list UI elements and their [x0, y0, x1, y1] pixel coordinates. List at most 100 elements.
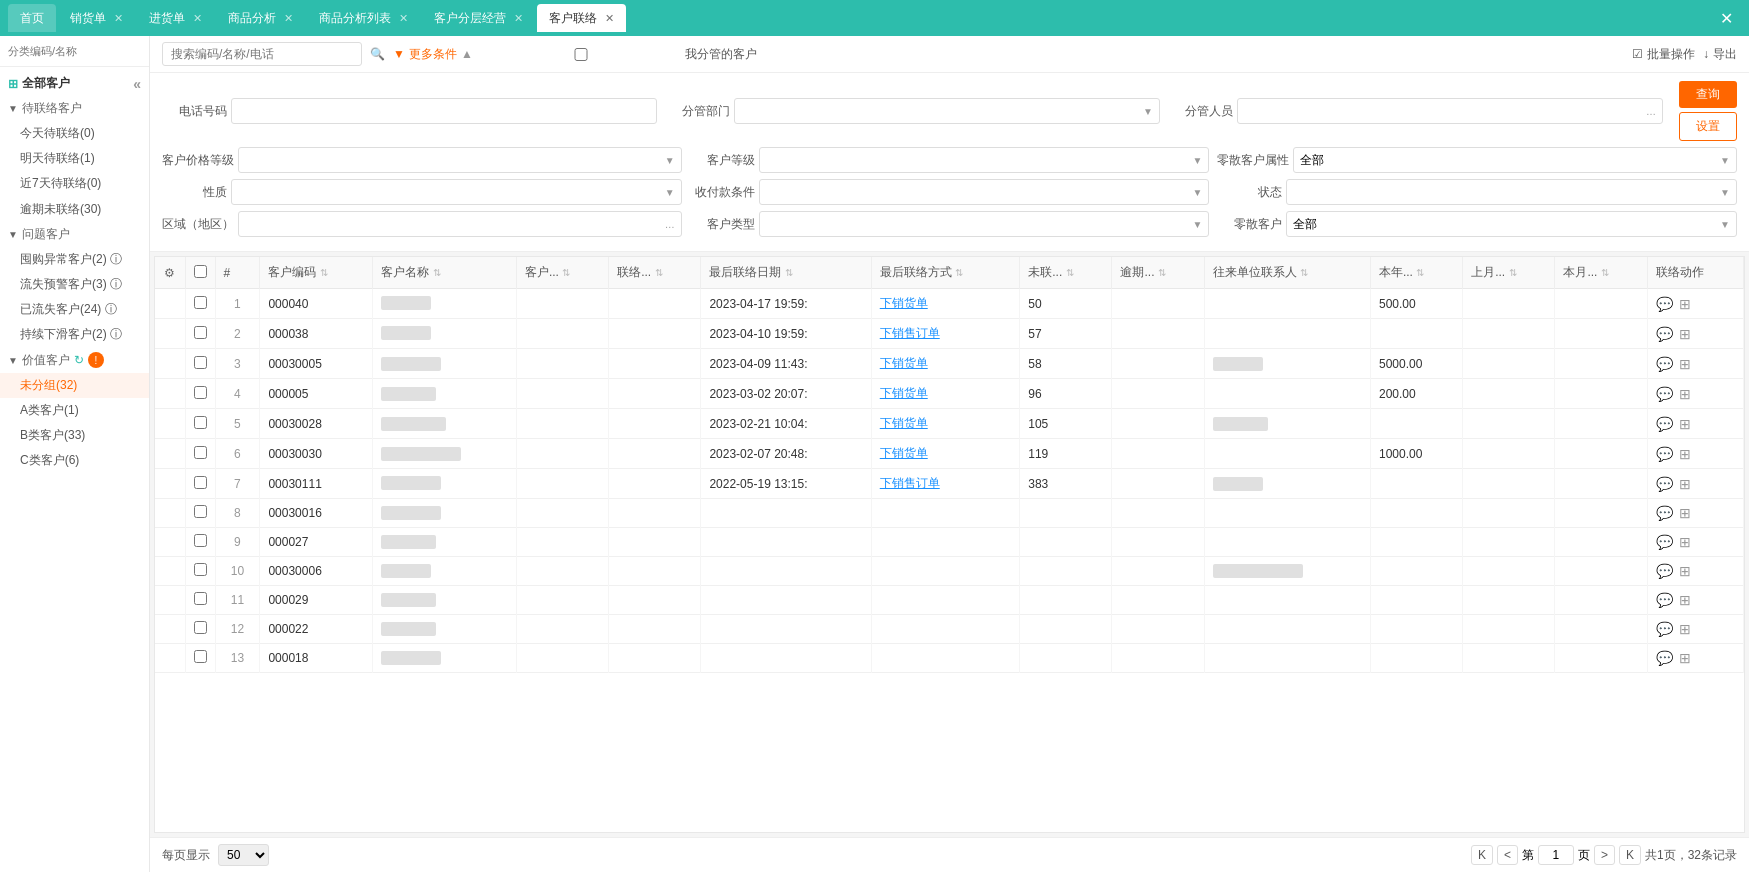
- retail-attr-dropdown[interactable]: 全部 ▼: [1293, 147, 1737, 173]
- tab-analysis[interactable]: 商品分析 ✕: [216, 4, 305, 32]
- sidebar-item-declining[interactable]: 持续下滑客户(2) ⓘ: [0, 322, 149, 347]
- row-last-method[interactable]: [871, 586, 1019, 615]
- row-checkbox[interactable]: [194, 534, 207, 547]
- row-checkbox-cell[interactable]: [185, 469, 215, 499]
- row-checkbox[interactable]: [194, 446, 207, 459]
- cust-type-dropdown[interactable]: ▼: [759, 211, 1210, 237]
- tab-sales-close[interactable]: ✕: [114, 12, 123, 25]
- contact-method-link[interactable]: 下销货单: [880, 386, 928, 400]
- col-uncontact[interactable]: 未联... ⇅: [1020, 257, 1112, 289]
- apps-icon[interactable]: ⊞: [1679, 476, 1691, 492]
- page-size-select[interactable]: 50 100 200: [218, 844, 269, 866]
- my-customer-checkbox[interactable]: [481, 48, 681, 61]
- manager-dropdown[interactable]: …: [1237, 98, 1663, 124]
- row-last-method[interactable]: 下销货单: [871, 409, 1019, 439]
- row-checkbox-cell[interactable]: [185, 349, 215, 379]
- apps-icon[interactable]: ⊞: [1679, 386, 1691, 402]
- contact-method-link[interactable]: 下销货单: [880, 296, 928, 310]
- chat-icon[interactable]: 💬: [1656, 476, 1673, 492]
- sidebar-item-abnormal[interactable]: 囤购异常客户(2) ⓘ: [0, 247, 149, 272]
- row-checkbox[interactable]: [194, 296, 207, 309]
- page-number-input[interactable]: [1538, 845, 1574, 865]
- prev-page-btn[interactable]: <: [1497, 845, 1518, 865]
- tab-cust-segment[interactable]: 客户分层经营 ✕: [422, 4, 535, 32]
- row-last-method[interactable]: 下销货单: [871, 379, 1019, 409]
- col-cust-type[interactable]: 客户... ⇅: [516, 257, 608, 289]
- row-last-method[interactable]: [871, 644, 1019, 673]
- sidebar-item-class-b[interactable]: B类客户(33): [0, 423, 149, 448]
- row-last-method[interactable]: [871, 557, 1019, 586]
- row-checkbox[interactable]: [194, 386, 207, 399]
- row-checkbox-cell[interactable]: [185, 499, 215, 528]
- last-page-btn[interactable]: K: [1619, 845, 1641, 865]
- chat-icon[interactable]: 💬: [1656, 621, 1673, 637]
- batch-op-btn[interactable]: ☑ 批量操作: [1632, 46, 1695, 63]
- row-checkbox-cell[interactable]: [185, 644, 215, 673]
- tab-home[interactable]: 首页: [8, 4, 56, 32]
- row-checkbox[interactable]: [194, 505, 207, 518]
- row-checkbox-cell[interactable]: [185, 409, 215, 439]
- tab-cust-segment-close[interactable]: ✕: [514, 12, 523, 25]
- apps-icon[interactable]: ⊞: [1679, 446, 1691, 462]
- col-contact-person[interactable]: 往来单位联系人 ⇅: [1204, 257, 1370, 289]
- checkbox-all-col[interactable]: [185, 257, 215, 289]
- col-this-month[interactable]: 本月... ⇅: [1555, 257, 1647, 289]
- row-checkbox[interactable]: [194, 650, 207, 663]
- row-last-method[interactable]: 下销货单: [871, 349, 1019, 379]
- tab-purchase-close[interactable]: ✕: [193, 12, 202, 25]
- first-page-btn[interactable]: K: [1471, 845, 1493, 865]
- chat-icon[interactable]: 💬: [1656, 534, 1673, 550]
- phone-input[interactable]: [231, 98, 657, 124]
- sidebar-item-ungroup[interactable]: 未分组(32): [0, 373, 149, 398]
- gear-settings-col[interactable]: ⚙: [155, 257, 185, 289]
- region-dropdown[interactable]: …: [238, 211, 682, 237]
- chat-icon[interactable]: 💬: [1656, 650, 1673, 666]
- chat-icon[interactable]: 💬: [1656, 592, 1673, 608]
- row-last-method[interactable]: [871, 528, 1019, 557]
- apps-icon[interactable]: ⊞: [1679, 621, 1691, 637]
- query-button[interactable]: 查询: [1679, 81, 1737, 108]
- search-icon[interactable]: 🔍: [370, 47, 385, 61]
- apps-icon[interactable]: ⊞: [1679, 563, 1691, 579]
- row-checkbox[interactable]: [194, 326, 207, 339]
- reset-button[interactable]: 设置: [1679, 112, 1737, 141]
- row-checkbox[interactable]: [194, 356, 207, 369]
- sidebar-collapse-btn[interactable]: «: [133, 76, 141, 92]
- tab-cust-contact[interactable]: 客户联络 ✕: [537, 4, 626, 32]
- col-contact[interactable]: 联络... ⇅: [609, 257, 701, 289]
- row-checkbox-cell[interactable]: [185, 439, 215, 469]
- row-checkbox-cell[interactable]: [185, 528, 215, 557]
- contact-method-link[interactable]: 下销货单: [880, 416, 928, 430]
- col-last-method[interactable]: 最后联络方式 ⇅: [871, 257, 1019, 289]
- sidebar-item-churned[interactable]: 已流失客户(24) ⓘ: [0, 297, 149, 322]
- col-last-month[interactable]: 上月... ⇅: [1463, 257, 1555, 289]
- row-checkbox-cell[interactable]: [185, 615, 215, 644]
- select-all-checkbox[interactable]: [194, 265, 207, 278]
- tab-cust-contact-close[interactable]: ✕: [605, 12, 614, 25]
- col-code[interactable]: 客户编码 ⇅: [260, 257, 373, 289]
- row-last-method[interactable]: 下销售订单: [871, 469, 1019, 499]
- contact-method-link[interactable]: 下销售订单: [880, 326, 940, 340]
- retail-cust-dropdown[interactable]: 全部 ▼: [1286, 211, 1737, 237]
- sidebar-group-problem[interactable]: ▼ 问题客户: [0, 222, 149, 247]
- row-last-method[interactable]: [871, 615, 1019, 644]
- sidebar-item-class-a[interactable]: A类客户(1): [0, 398, 149, 423]
- col-this-year[interactable]: 本年... ⇅: [1370, 257, 1462, 289]
- tab-analysis-list[interactable]: 商品分析列表 ✕: [307, 4, 420, 32]
- row-checkbox-cell[interactable]: [185, 319, 215, 349]
- col-overdue[interactable]: 逾期... ⇅: [1112, 257, 1204, 289]
- sidebar-item-7days[interactable]: 近7天待联络(0): [0, 171, 149, 196]
- chat-icon[interactable]: 💬: [1656, 356, 1673, 372]
- row-last-method[interactable]: 下销售订单: [871, 319, 1019, 349]
- sidebar-item-tomorrow[interactable]: 明天待联络(1): [0, 146, 149, 171]
- price-level-dropdown[interactable]: ▼: [238, 147, 682, 173]
- row-checkbox-cell[interactable]: [185, 586, 215, 615]
- tab-analysis-list-close[interactable]: ✕: [399, 12, 408, 25]
- chat-icon[interactable]: 💬: [1656, 326, 1673, 342]
- sidebar-item-today[interactable]: 今天待联络(0): [0, 121, 149, 146]
- apps-icon[interactable]: ⊞: [1679, 416, 1691, 432]
- row-checkbox-cell[interactable]: [185, 379, 215, 409]
- search-input[interactable]: [162, 42, 362, 66]
- contact-method-link[interactable]: 下销货单: [880, 446, 928, 460]
- close-all-button[interactable]: ✕: [1712, 9, 1741, 28]
